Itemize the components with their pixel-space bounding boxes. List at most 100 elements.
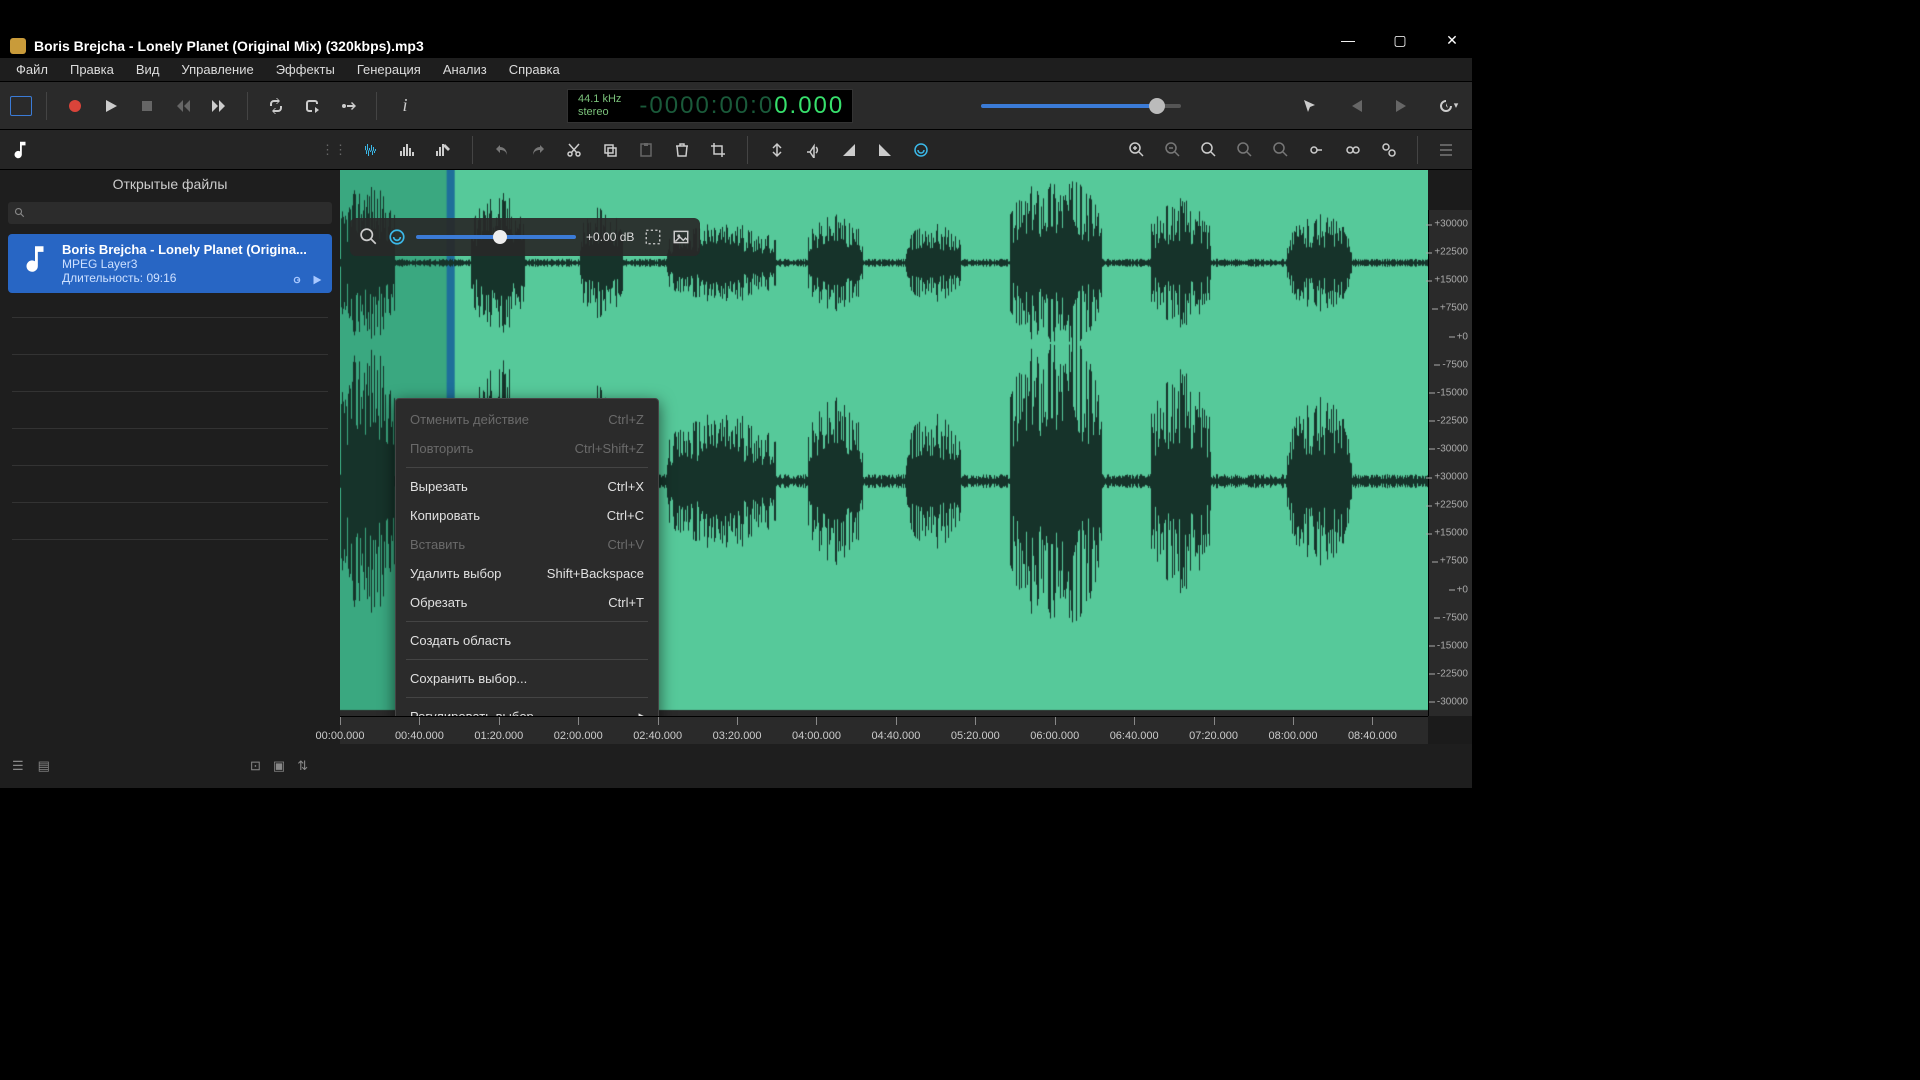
loop-button[interactable] <box>262 92 290 120</box>
context-menu-item[interactable]: Создать область <box>396 626 658 655</box>
separator <box>247 92 248 120</box>
rewind-button[interactable] <box>169 92 197 120</box>
settings-small-icon[interactable]: ⇅ <box>297 758 308 774</box>
search-icon[interactable] <box>360 228 378 246</box>
cut-icon[interactable] <box>561 137 587 163</box>
gain-slider[interactable] <box>416 235 576 239</box>
zoom-in-icon[interactable] <box>1123 136 1151 164</box>
separator <box>472 136 473 164</box>
menu-file[interactable]: Файл <box>6 59 58 80</box>
snapshot-icon[interactable] <box>644 228 662 246</box>
fade-out-icon[interactable] <box>872 137 898 163</box>
menu-help[interactable]: Справка <box>499 59 570 80</box>
context-menu-item[interactable]: КопироватьCtrl+C <box>396 501 658 530</box>
sidebar: Открытые файлы Boris Brejcha - Lonely Pl… <box>0 170 340 788</box>
context-menu-item[interactable]: ВырезатьCtrl+X <box>396 472 658 501</box>
menu-effects[interactable]: Эффекты <box>266 59 345 80</box>
gain-panel: +0.00 dB <box>350 218 700 256</box>
loop-selection-button[interactable] <box>298 92 326 120</box>
history-icon[interactable]: ▾ <box>1434 92 1462 120</box>
cursor-tool-icon[interactable] <box>1296 92 1324 120</box>
divider <box>12 502 328 503</box>
separator <box>376 92 377 120</box>
context-menu-item[interactable]: Удалить выборShift+Backspace <box>396 559 658 588</box>
link-icon <box>290 273 304 287</box>
file-card[interactable]: Boris Brejcha - Lonely Planet (Origina..… <box>8 234 332 293</box>
waveform-area[interactable]: +0.00 dB Отменить действиеCtrl+ZПовторит… <box>340 170 1472 788</box>
stop-button[interactable] <box>133 92 161 120</box>
link1-icon[interactable] <box>1303 136 1331 164</box>
music-note-icon <box>0 139 40 161</box>
window-title: Boris Brejcha - Lonely Planet (Original … <box>34 38 1338 54</box>
time-display: 44.1 kHz stereo -0000:00:00.000 <box>567 89 853 123</box>
redo-icon[interactable] <box>525 137 551 163</box>
sidebar-header: Открытые файлы <box>0 170 340 198</box>
maximize-button[interactable]: ▢ <box>1390 30 1410 50</box>
context-menu-item[interactable]: Сохранить выбор... <box>396 664 658 693</box>
divider <box>12 354 328 355</box>
zoom-sel-icon[interactable] <box>1231 136 1259 164</box>
next-marker-icon[interactable] <box>1388 92 1416 120</box>
crop-icon[interactable] <box>705 137 731 163</box>
delete-icon[interactable] <box>669 137 695 163</box>
image-icon[interactable] <box>672 228 690 246</box>
list-toggle-icon[interactable]: ☰ <box>12 758 24 774</box>
menu-generate[interactable]: Генерация <box>347 59 431 80</box>
music-note-icon <box>18 242 52 285</box>
title-bar: Boris Brejcha - Lonely Planet (Original … <box>0 0 1472 58</box>
copy-icon[interactable] <box>597 137 623 163</box>
refresh-icon[interactable] <box>388 228 406 246</box>
paste-icon[interactable] <box>633 137 659 163</box>
file-title: Boris Brejcha - Lonely Planet (Origina..… <box>62 242 322 257</box>
search-input[interactable] <box>8 202 332 224</box>
effects-icon[interactable] <box>908 137 934 163</box>
context-menu: Отменить действиеCtrl+ZПовторитьCtrl+Shi… <box>395 398 659 738</box>
record-button[interactable] <box>61 92 89 120</box>
forward-button[interactable] <box>205 92 233 120</box>
menu-control[interactable]: Управление <box>171 59 263 80</box>
link2-icon[interactable] <box>1339 136 1367 164</box>
file-format: MPEG Layer3 <box>62 257 322 271</box>
amplitude-ruler: +30000+22500+15000+7500+0-7500-15000-225… <box>1428 210 1472 716</box>
close-button[interactable]: ✕ <box>1442 30 1462 50</box>
picture-icon[interactable]: ▣ <box>273 758 285 774</box>
context-menu-item: ВставитьCtrl+V <box>396 530 658 559</box>
divider <box>12 391 328 392</box>
normalize-icon[interactable] <box>764 137 790 163</box>
time-ruler[interactable]: 00:00.00000:40.00001:20.00002:00.00002:4… <box>340 716 1428 744</box>
drag-handle-icon[interactable]: ⋮⋮ <box>320 136 348 164</box>
selection-tool-icon[interactable] <box>10 96 32 116</box>
play-button[interactable] <box>97 92 125 120</box>
undo-icon[interactable] <box>489 137 515 163</box>
sample-rate-label: 44.1 kHz <box>578 93 621 106</box>
minimize-button[interactable]: — <box>1338 30 1358 50</box>
zoom-fit-icon[interactable] <box>1195 136 1223 164</box>
fade-in-icon[interactable] <box>836 137 862 163</box>
app-icon <box>10 38 26 54</box>
menu-view[interactable]: Вид <box>126 59 170 80</box>
screen-icon[interactable]: ⊡ <box>250 758 261 774</box>
menu-analyze[interactable]: Анализ <box>433 59 497 80</box>
volume-slider[interactable] <box>981 104 1181 108</box>
gain-value: +0.00 dB <box>586 230 634 244</box>
file-duration: Длительность: 09:16 <box>62 271 322 285</box>
prev-marker-icon[interactable] <box>1342 92 1370 120</box>
goto-button[interactable] <box>334 92 362 120</box>
play-small-icon[interactable] <box>310 273 324 287</box>
menu-bar: Файл Правка Вид Управление Эффекты Генер… <box>0 58 1472 82</box>
list-icon[interactable] <box>1432 136 1460 164</box>
divider <box>12 428 328 429</box>
amplify-icon[interactable] <box>800 137 826 163</box>
context-menu-item[interactable]: ОбрезатьCtrl+T <box>396 588 658 617</box>
context-menu-item: ПовторитьCtrl+Shift+Z <box>396 434 658 463</box>
zoom-all-icon[interactable] <box>1267 136 1295 164</box>
info-button[interactable]: i <box>391 92 419 120</box>
spectral-edit-icon[interactable] <box>430 137 456 163</box>
spectral-view-icon[interactable] <box>394 137 420 163</box>
waveform-view-icon[interactable] <box>358 137 384 163</box>
grid-toggle-icon[interactable]: ▤ <box>38 758 50 774</box>
link3-icon[interactable] <box>1375 136 1403 164</box>
menu-edit[interactable]: Правка <box>60 59 124 80</box>
transport-toolbar: i 44.1 kHz stereo -0000:00:00.000 ▾ <box>0 82 1472 130</box>
zoom-out-icon[interactable] <box>1159 136 1187 164</box>
